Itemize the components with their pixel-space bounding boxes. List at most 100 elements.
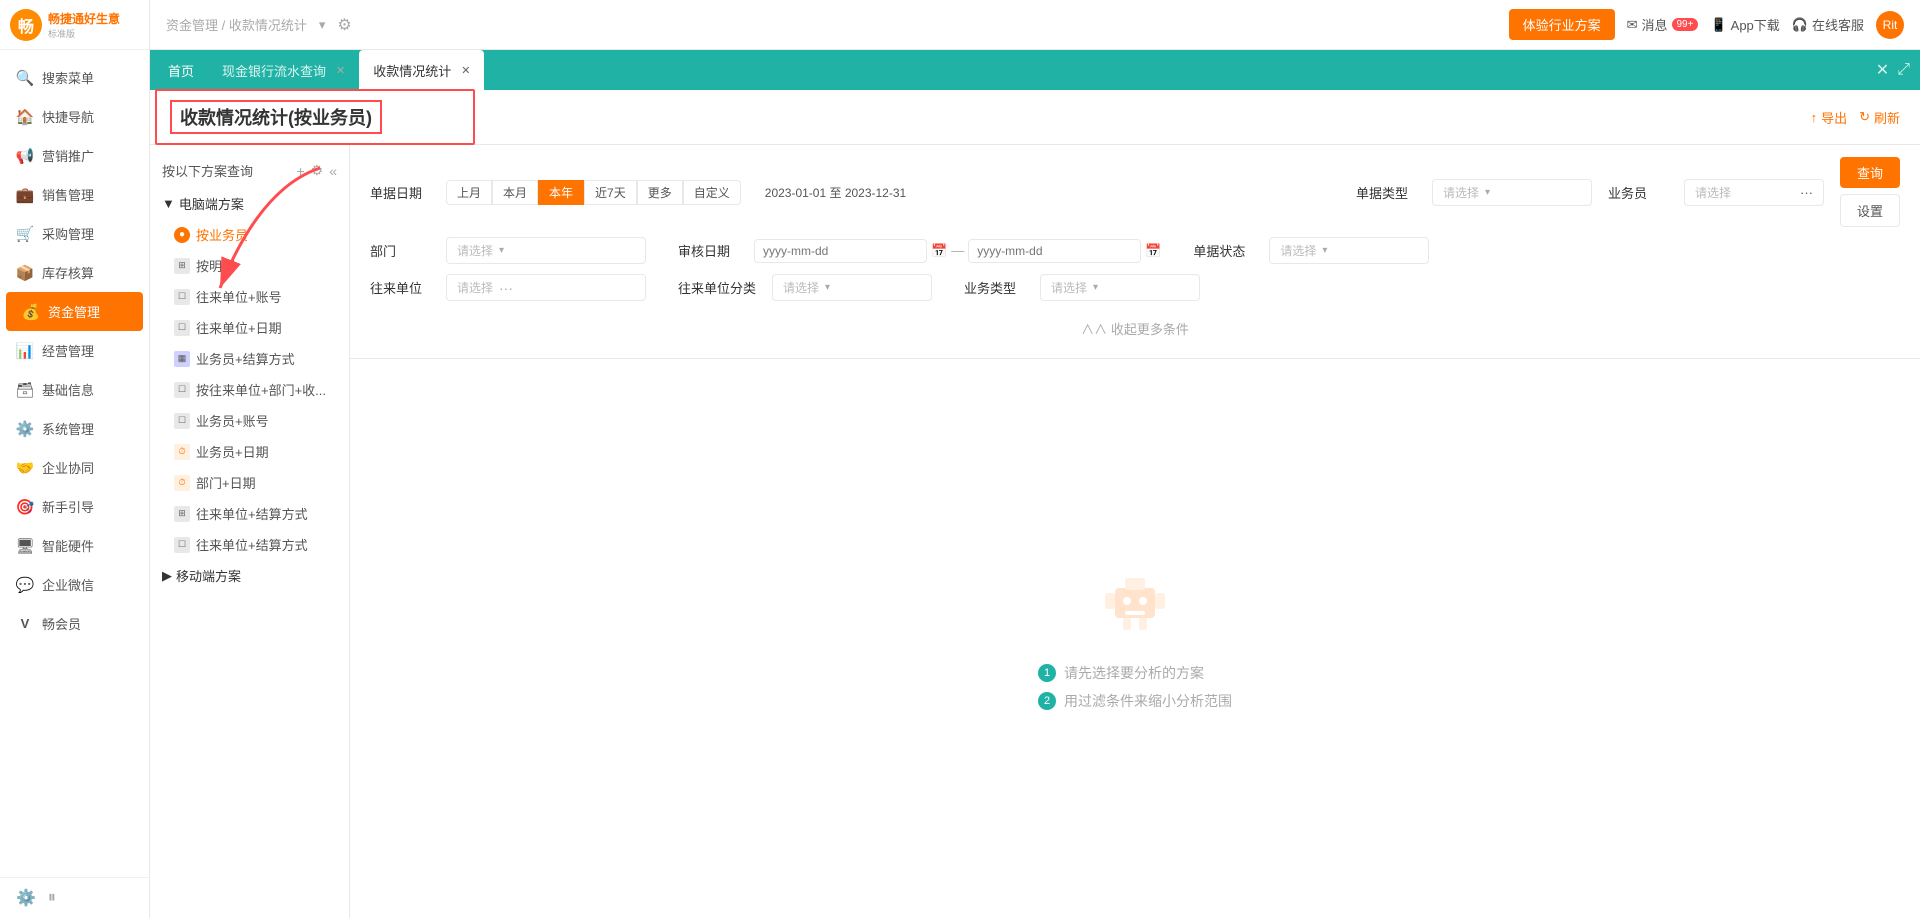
sidebar-item-corp[interactable]: 🤝 企业协同 <box>0 448 149 487</box>
settings-topbar-icon[interactable]: ⚙ <box>337 15 351 35</box>
salesman-dots[interactable]: ··· <box>1800 185 1813 200</box>
add-scheme-btn[interactable]: + <box>296 163 304 179</box>
tree-expand-icon: ▼ <box>162 196 175 211</box>
tab-home[interactable]: 首页 <box>154 50 208 90</box>
audit-date-to[interactable] <box>968 239 1141 263</box>
tree-parent-mobile[interactable]: ▶ 移动端方案 <box>150 560 349 591</box>
partner-select[interactable]: 请选择 ··· <box>446 274 646 301</box>
sidebar-nav: 🔍 搜索菜单 🏠 快捷导航 📢 营销推广 💼 销售管理 🛒 采购管理 📦 库存核… <box>0 50 149 877</box>
home-icon: 🏠 <box>16 108 34 126</box>
sidebar-item-inventory[interactable]: 📦 库存核算 <box>0 253 149 292</box>
dept-select[interactable]: 请选择 ▾ <box>446 237 646 264</box>
sidebar-item-system[interactable]: ⚙️ 系统管理 <box>0 409 149 448</box>
calendar-icon-to[interactable]: 📅 <box>1145 243 1161 259</box>
biz-type-select[interactable]: 请选择 ▾ <box>1040 274 1200 301</box>
sidebar-item-marketing[interactable]: 📢 营销推广 <box>0 136 149 175</box>
collapse-sidebar-icon[interactable]: ⏸ <box>48 889 56 907</box>
filter-row-dept: 部门 请选择 ▾ 审核日期 📅 — 📅 <box>370 237 1900 264</box>
doc-status-select[interactable]: 请选择 ▾ <box>1269 237 1429 264</box>
calendar-icon-from[interactable]: 📅 <box>931 243 947 259</box>
sidebar-item-wechat[interactable]: 💬 企业微信 <box>0 565 149 604</box>
tree-item-partner-settle1[interactable]: ⊞ 往来单位+结算方式 <box>150 498 349 529</box>
tree-item-dept-date[interactable]: ⏱ 部门+日期 <box>150 467 349 498</box>
export-btn[interactable]: ↑ 导出 <box>1811 108 1848 127</box>
tree-item-partner-settle2[interactable]: ☐ 往来单位+结算方式 <box>150 529 349 560</box>
salesman-account-icon: ☐ <box>174 413 190 429</box>
basic-icon: 🗃 <box>16 381 34 399</box>
partner-category-label: 往来单位分类 <box>678 278 756 297</box>
message-icon: ✉ <box>1627 17 1638 33</box>
sidebar-item-finance[interactable]: 💰 资金管理 <box>6 292 143 331</box>
salesman-settle-icon: ▦ <box>174 351 190 367</box>
refresh-btn[interactable]: ↻ 刷新 <box>1859 108 1900 127</box>
avatar-circle: Rit <box>1876 11 1904 39</box>
tree-item-partner-account[interactable]: ☐ 往来单位+账号 <box>150 281 349 312</box>
online-service-btn[interactable]: 🎧 在线客服 <box>1792 15 1864 34</box>
collapse-panel-icon[interactable]: « <box>329 163 337 179</box>
tree-item-by-salesman[interactable]: ● 按业务员 <box>150 219 349 250</box>
finance-icon: 💰 <box>22 303 40 321</box>
message-btn[interactable]: ✉ 消息 99+ <box>1627 15 1699 34</box>
audit-date-from[interactable] <box>754 239 927 263</box>
date-label: 单据日期 <box>370 183 430 202</box>
operation-icon: 📊 <box>16 342 34 360</box>
tree-item-salesman-account[interactable]: ☐ 业务员+账号 <box>150 405 349 436</box>
audit-date-label: 审核日期 <box>678 241 738 260</box>
export-icon: ↑ <box>1811 110 1818 125</box>
sidebar-item-search[interactable]: 🔍 搜索菜单 <box>0 58 149 97</box>
doc-type-select[interactable]: 请选择 ▾ <box>1432 179 1592 206</box>
app-download-btn[interactable]: 📱 App下载 <box>1710 15 1779 34</box>
message-badge: 99+ <box>1672 18 1699 31</box>
refresh-icon: ↻ <box>1859 109 1870 125</box>
page-header-actions: ↑ 导出 ↻ 刷新 <box>1811 108 1900 127</box>
sidebar-item-member[interactable]: V 畅会员 <box>0 604 149 643</box>
date-tab-more[interactable]: 更多 <box>637 180 683 205</box>
sidebar-item-quick-nav[interactable]: 🏠 快捷导航 <box>0 97 149 136</box>
user-avatar[interactable]: Rit <box>1876 11 1904 39</box>
system-icon: ⚙️ <box>16 420 34 438</box>
date-tab-this-month[interactable]: 本月 <box>492 180 538 205</box>
hardware-icon: 🖥 <box>16 537 34 555</box>
topbar: 资金管理 / 收款情况统计 ▾ ⚙ 体验行业方案 ✉ 消息 99+ 📱 App下… <box>150 0 1920 50</box>
sales-icon: 💼 <box>16 186 34 204</box>
tree-collapsed-icon: ▶ <box>162 568 172 584</box>
settings-button[interactable]: 设置 <box>1840 194 1900 227</box>
date-tab-custom[interactable]: 自定义 <box>683 180 741 205</box>
collapse-more-btn[interactable]: ∧∧ 收起更多条件 <box>370 311 1900 346</box>
tab-bank-flow[interactable]: 现金银行流水查询 ✕ <box>208 50 359 90</box>
inventory-icon: 📦 <box>16 264 34 282</box>
tree-item-by-detail[interactable]: ⊞ 按明细 <box>150 250 349 281</box>
scheme-settings-icon[interactable]: ⚙ <box>311 162 324 179</box>
tree-item-partner-dept-collect[interactable]: ☐ 按往来单位+部门+收... <box>150 374 349 405</box>
close-window-icon[interactable]: ✕ <box>1876 60 1889 80</box>
tab-close-receipt-stats[interactable]: ✕ <box>461 64 470 77</box>
tree-item-salesman-date[interactable]: ⏱ 业务员+日期 <box>150 436 349 467</box>
date-tab-this-year[interactable]: 本年 <box>538 180 584 205</box>
partner-category-select[interactable]: 请选择 ▾ <box>772 274 932 301</box>
corp-icon: 🤝 <box>16 459 34 477</box>
tree-item-salesman-settle[interactable]: ▦ 业务员+结算方式 <box>150 343 349 374</box>
tree-parent-desktop[interactable]: ▼ 电脑端方案 <box>150 188 349 219</box>
expand-icon[interactable]: ⤢ <box>1897 61 1910 79</box>
sidebar-item-sales[interactable]: 💼 销售管理 <box>0 175 149 214</box>
partner-dots[interactable]: ··· <box>499 280 513 296</box>
date-tabs: 上月 本月 本年 近7天 更多 自定义 <box>446 180 741 205</box>
dropdown-icon[interactable]: ▾ <box>319 17 326 33</box>
tab-close-bank-flow[interactable]: ✕ <box>336 64 345 77</box>
partner-dept-collect-icon: ☐ <box>174 382 190 398</box>
sidebar-item-operation[interactable]: 📊 经营管理 <box>0 331 149 370</box>
settings-bottom-icon[interactable]: ⚙️ <box>16 888 36 908</box>
tree-item-partner-date[interactable]: ☐ 往来单位+日期 <box>150 312 349 343</box>
salesman-select[interactable]: 请选择 ··· <box>1684 179 1824 206</box>
industry-btn[interactable]: 体验行业方案 <box>1509 9 1615 40</box>
sidebar-bottom: ⚙️ ⏸ <box>0 877 149 918</box>
sidebar-item-hardware[interactable]: 🖥 智能硬件 <box>0 526 149 565</box>
date-tab-last7days[interactable]: 近7天 <box>584 180 637 205</box>
date-tab-last-month[interactable]: 上月 <box>446 180 492 205</box>
query-button[interactable]: 查询 <box>1840 157 1900 188</box>
sidebar-item-basic[interactable]: 🗃 基础信息 <box>0 370 149 409</box>
sidebar-item-guide[interactable]: 🎯 新手引导 <box>0 487 149 526</box>
logo-area: 畅 畅捷通好生意 标准版 <box>0 0 149 50</box>
sidebar-item-purchase[interactable]: 🛒 采购管理 <box>0 214 149 253</box>
tab-receipt-stats[interactable]: 收款情况统计 ✕ <box>359 50 484 90</box>
